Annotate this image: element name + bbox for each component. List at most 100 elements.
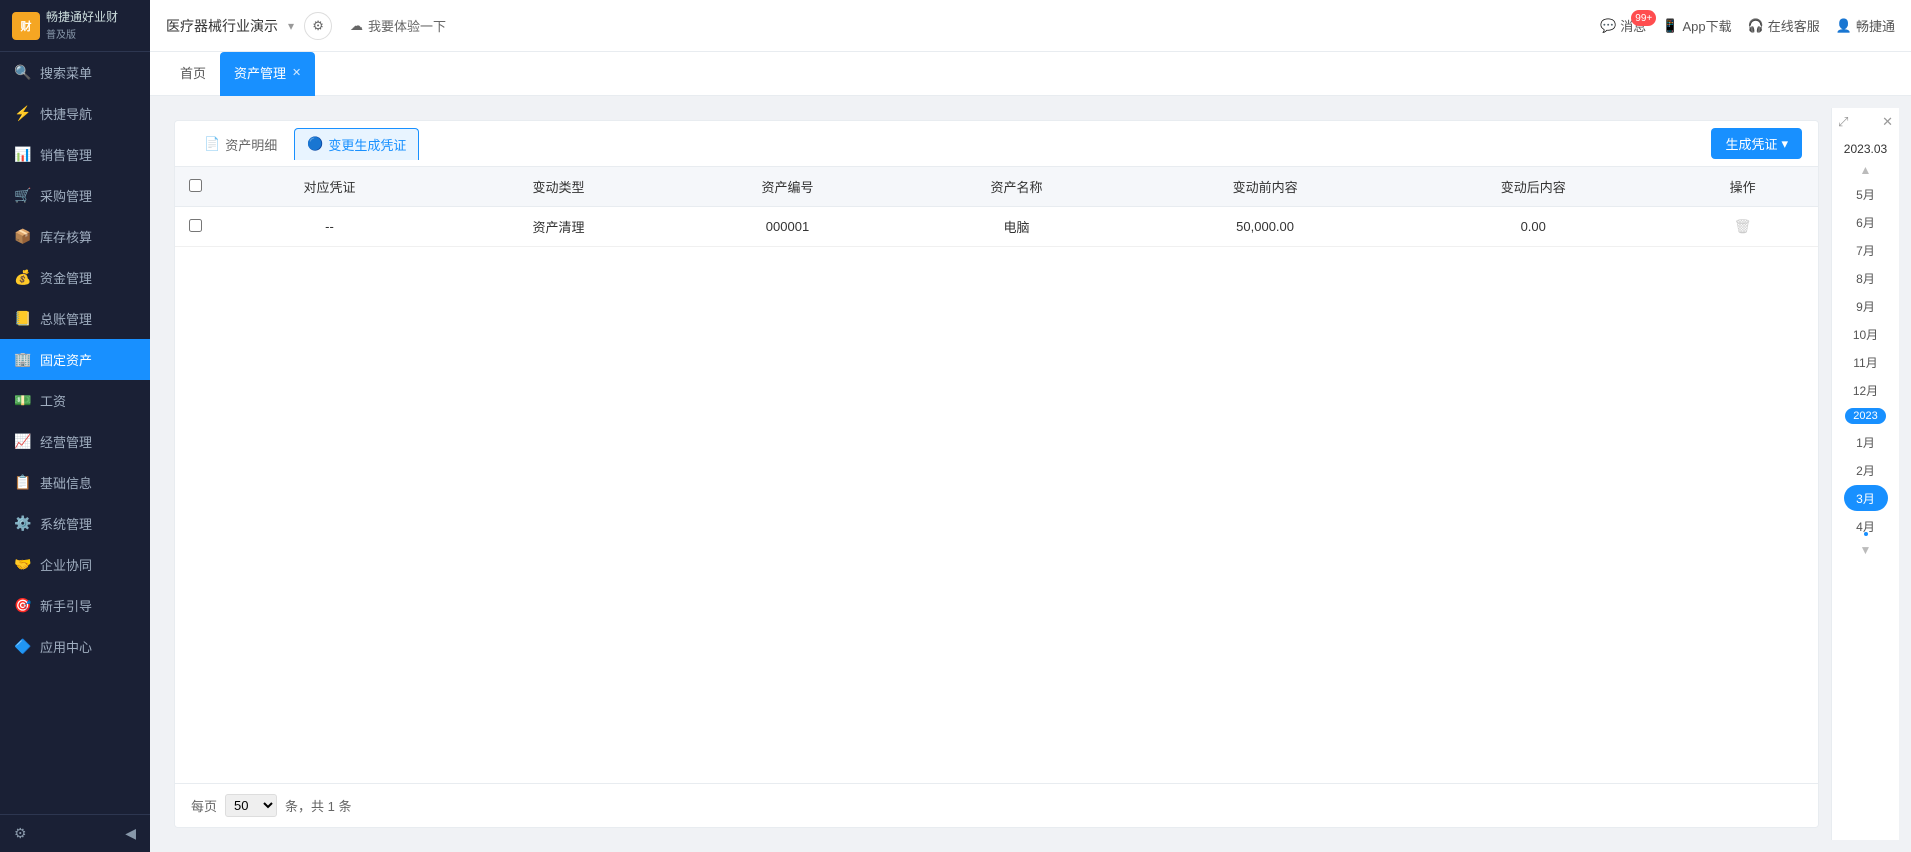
service-button[interactable]: 🎧 在线客服: [1748, 16, 1820, 35]
message-badge: 99+: [1631, 10, 1656, 26]
inner-tab-voucher[interactable]: 🔵变更生成凭证: [294, 128, 419, 160]
sidebar-label-salary: 工资: [40, 391, 66, 410]
sidebar-label-fund: 资金管理: [40, 268, 92, 287]
main-area: 医疗器械行业演示 ▾ ⚙ ☁ 我要体验一下 💬 消息 99+ 📱 App下载 🎧…: [150, 0, 1911, 852]
sidebar-item-assets[interactable]: 🏢 固定资产: [0, 339, 150, 380]
calendar-curr-months: 1月2月3月4月: [1832, 428, 1899, 540]
calendar-expand-button[interactable]: ⤢: [1838, 114, 1848, 130]
sidebar-item-ledger[interactable]: 📒 总账管理: [0, 298, 150, 339]
sidebar-logo: 财 畅捷通好业财 普及版: [0, 0, 150, 52]
cal-month-10月[interactable]: 10月: [1844, 321, 1888, 347]
sidebar-item-search[interactable]: 🔍 搜索菜单: [0, 52, 150, 93]
table-col-3: 资产名称: [902, 167, 1131, 207]
sidebar-item-business[interactable]: 📈 经营管理: [0, 421, 150, 462]
cal-month-7月[interactable]: 7月: [1844, 237, 1888, 263]
experience-label: 我要体验一下: [368, 16, 446, 35]
user-label: 畅捷通: [1856, 16, 1895, 35]
cal-month-1月[interactable]: 1月: [1844, 429, 1888, 455]
cal-month-11月[interactable]: 11月: [1844, 349, 1888, 375]
sidebar-label-purchase: 采购管理: [40, 186, 92, 205]
sidebar-item-apps[interactable]: 🔷 应用中心: [0, 626, 150, 667]
settings-icon[interactable]: ⚙: [14, 825, 27, 842]
calendar-year-badge[interactable]: 2023: [1845, 408, 1885, 424]
table-container: 对应凭证变动类型资产编号资产名称变动前内容变动后内容操作 --资产清理00000…: [175, 167, 1818, 783]
app-download-button[interactable]: 📱 App下载: [1662, 16, 1731, 35]
service-label: 在线客服: [1768, 16, 1820, 35]
inner-tab-icon-voucher: 🔵: [307, 136, 323, 152]
sidebar-item-quicknav[interactable]: ⚡ 快捷导航: [0, 93, 150, 134]
sidebar-label-inventory: 库存核算: [40, 227, 92, 246]
collapse-icon[interactable]: ◀: [125, 825, 136, 842]
per-page-select[interactable]: 102050100: [225, 794, 277, 817]
table-cell-0-1: 资产清理: [444, 207, 673, 247]
cal-month-4月[interactable]: 4月: [1844, 513, 1888, 539]
message-button[interactable]: 💬 消息 99+: [1600, 16, 1646, 35]
sidebar-label-sales: 销售管理: [40, 145, 92, 164]
inventory-icon: 📦: [14, 228, 32, 245]
row-checkbox-0[interactable]: [189, 219, 202, 232]
calendar-year-label: 2023.03: [1844, 142, 1887, 156]
table-col-2: 资产编号: [673, 167, 902, 207]
inner-tab-icon-detail: 📄: [204, 136, 220, 152]
user-button[interactable]: 👤 畅捷通: [1836, 16, 1895, 35]
total-label: 条，共 1 条: [285, 796, 351, 815]
table-cell-0-4: 50,000.00: [1131, 207, 1399, 247]
calendar-down-arrow[interactable]: ▼: [1854, 540, 1878, 560]
logo-sub: 普及版: [46, 26, 118, 41]
select-all-checkbox[interactable]: [189, 179, 202, 192]
logo-text: 畅捷通好业财: [46, 10, 118, 26]
inner-tab-label-detail: 资产明细: [225, 135, 277, 154]
cal-month-3月[interactable]: 3月: [1844, 485, 1888, 511]
app-label: App下载: [1682, 16, 1731, 35]
experience-button[interactable]: ☁ 我要体验一下: [350, 16, 446, 35]
topbar-title: 医疗器械行业演示: [166, 16, 278, 36]
calendar-up-arrow[interactable]: ▲: [1854, 160, 1878, 180]
topbar-gear-button[interactable]: ⚙: [304, 12, 332, 40]
sidebar-label-system: 系统管理: [40, 514, 92, 533]
cal-month-12月[interactable]: 12月: [1844, 377, 1888, 403]
table-cell-0-3: 电脑: [902, 207, 1131, 247]
tab-home[interactable]: 首页: [166, 52, 220, 96]
sidebar-item-guide[interactable]: 🎯 新手引导: [0, 585, 150, 626]
cal-month-6月[interactable]: 6月: [1844, 209, 1888, 235]
delete-row-0-button[interactable]: 🗑: [1734, 218, 1752, 234]
sidebar-item-cooperation[interactable]: 🤝 企业协同: [0, 544, 150, 585]
sidebar-item-salary[interactable]: 💵 工资: [0, 380, 150, 421]
topbar-arrow-icon[interactable]: ▾: [288, 19, 294, 33]
sales-icon: 📊: [14, 146, 32, 163]
guide-icon: 🎯: [14, 597, 32, 614]
topbar: 医疗器械行业演示 ▾ ⚙ ☁ 我要体验一下 💬 消息 99+ 📱 App下载 🎧…: [150, 0, 1911, 52]
cal-month-8月[interactable]: 8月: [1844, 265, 1888, 291]
calendar-close-button[interactable]: ✕: [1882, 114, 1893, 130]
main-content: 📄 资产明细 🔵变更生成凭证 生成凭证▾ 对应凭证变动类型资产编号资产名称变动前内容变…: [174, 120, 1819, 828]
sidebar-footer: ⚙ ◀: [0, 814, 150, 852]
purchase-icon: 🛒: [14, 187, 32, 204]
per-page-label: 每页: [191, 796, 217, 815]
sidebar-item-sales[interactable]: 📊 销售管理: [0, 134, 150, 175]
tab-close-assets[interactable]: ✕: [292, 66, 301, 79]
tab-label-home: 首页: [180, 63, 206, 82]
cal-month-2月[interactable]: 2月: [1844, 457, 1888, 483]
sidebar-label-assets: 固定资产: [40, 350, 92, 369]
basic-icon: 📋: [14, 474, 32, 491]
cooperation-icon: 🤝: [14, 556, 32, 573]
apps-icon: 🔷: [14, 638, 32, 655]
tab-assets[interactable]: 资产管理✕: [220, 52, 315, 96]
cal-month-9月[interactable]: 9月: [1844, 293, 1888, 319]
generate-voucher-button[interactable]: 生成凭证▾: [1711, 128, 1802, 159]
sidebar-item-system[interactable]: ⚙️ 系统管理: [0, 503, 150, 544]
cal-month-5月[interactable]: 5月: [1844, 181, 1888, 207]
cloud-icon: ☁: [350, 18, 363, 34]
inner-tab-detail[interactable]: 📄 资产明细: [191, 128, 290, 160]
sidebar-item-purchase[interactable]: 🛒 采购管理: [0, 175, 150, 216]
tabbar: 首页资产管理✕: [150, 52, 1911, 96]
sidebar-item-basic[interactable]: 📋 基础信息: [0, 462, 150, 503]
calendar-panel: ✕ ⤢ 2023.03 ▲ 5月6月7月8月9月10月11月12月 2023 1…: [1831, 108, 1899, 840]
table-cell-0-0: --: [215, 207, 444, 247]
table-header-checkbox: [175, 167, 215, 207]
sidebar-item-fund[interactable]: 💰 资金管理: [0, 257, 150, 298]
table-col-4: 变动前内容: [1131, 167, 1399, 207]
sidebar-item-inventory[interactable]: 📦 库存核算: [0, 216, 150, 257]
table-col-0: 对应凭证: [215, 167, 444, 207]
business-icon: 📈: [14, 433, 32, 450]
